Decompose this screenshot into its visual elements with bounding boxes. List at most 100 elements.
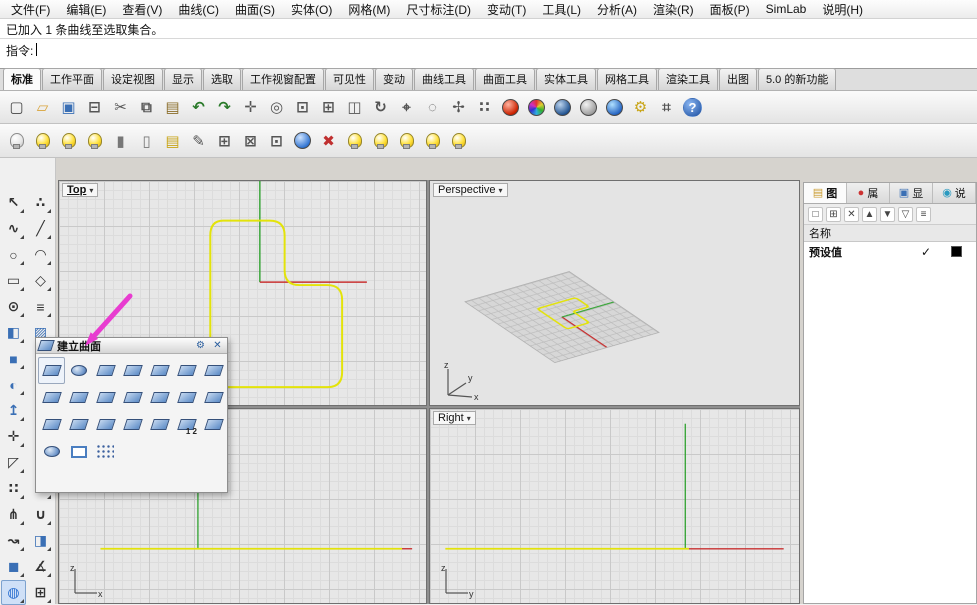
palette-tool-srf-3pt[interactable] [38, 357, 65, 384]
toolbar-icon-paste[interactable]: ▤ [160, 95, 185, 120]
menu-mesh[interactable]: 网格(M) [341, 0, 397, 19]
panel-tab-properties[interactable]: ● 属 [847, 183, 890, 203]
palette-tool-srf-network[interactable] [119, 357, 146, 384]
palette-tool-point-grid[interactable] [92, 438, 119, 465]
layer-row-default[interactable]: 预设值 ✓ [804, 242, 976, 261]
dock-icon-extrude[interactable]: ↥ [1, 398, 26, 423]
dock-icon-arc[interactable]: ◠ [28, 242, 53, 267]
tab-set-view[interactable]: 设定视图 [103, 68, 163, 90]
palette-tool-sweep-1[interactable] [200, 357, 227, 384]
toolbar-icon-layer-on[interactable] [30, 128, 55, 153]
viewport-perspective-label[interactable]: Perspective ▾ [433, 183, 508, 197]
tab-select[interactable]: 选取 [203, 68, 241, 90]
palette-tool-srf-planar-curves[interactable] [65, 357, 92, 384]
tab-surface-tools[interactable]: 曲面工具 [475, 68, 535, 90]
dock-icon-points[interactable]: ∴ [28, 190, 53, 215]
palette-tool-srf-pt-grid[interactable]: 1 2 [173, 411, 200, 438]
dock-icon-scale[interactable]: ◸ [1, 450, 26, 475]
toolbar-icon-viewport-layout[interactable]: ◫ [342, 95, 367, 120]
dock-icon-ellipse[interactable]: ⊙ [1, 294, 26, 319]
menu-file[interactable]: 文件(F) [4, 0, 57, 19]
toolbar-icon-planar-mode[interactable]: ⊡ [264, 128, 289, 153]
tab-solid-tools[interactable]: 实体工具 [536, 68, 596, 90]
dock-icon-polyline[interactable]: ╱ [28, 216, 53, 241]
dock-icon-curve-tools[interactable]: ↝ [1, 528, 26, 553]
dock-icon-curve[interactable]: ∿ [1, 216, 26, 241]
palette-tool-fillet-srf[interactable] [65, 411, 92, 438]
palette-tool-extrude-straight[interactable] [65, 384, 92, 411]
toolbar-icon-bulb-2[interactable] [368, 128, 393, 153]
dock-icon-array[interactable]: ∷ [1, 476, 26, 501]
tab-new-in-v5[interactable]: 5.0 的新功能 [758, 68, 837, 90]
toolbar-icon-layer-off[interactable] [56, 128, 81, 153]
layers-toolbar-icon-new-layer[interactable]: □ [808, 206, 823, 222]
tab-cplanes[interactable]: 工作平面 [42, 68, 102, 90]
dock-icon-select[interactable]: ↖ [1, 190, 26, 215]
toolbar-icon-bulb-5[interactable] [446, 128, 471, 153]
dock-icon-layout[interactable]: ⊞ [28, 580, 53, 605]
toolbar-icon-lock-layer[interactable]: ▮ [108, 128, 133, 153]
dock-icon-surface[interactable]: ◧ [1, 320, 26, 345]
toolbar-icon-bulb-1[interactable] [342, 128, 367, 153]
toolbar-icon-snap-options[interactable]: ⊠ [238, 128, 263, 153]
toolbar-icon-open-file[interactable]: ▱ [30, 95, 55, 120]
panel-tab-layers[interactable]: ▤ 图 [804, 183, 847, 203]
layers-toolbar-icon-move-up[interactable]: ▲ [862, 206, 877, 222]
toolbar-icon-unlock-layer[interactable]: ▯ [134, 128, 159, 153]
tab-standard[interactable]: 标准 [3, 68, 41, 90]
toolbar-icon-grid-options[interactable]: ⊞ [212, 128, 237, 153]
palette-tool-heightfield[interactable] [200, 411, 227, 438]
menu-panels[interactable]: 面板(P) [703, 0, 757, 19]
menu-analyze[interactable]: 分析(A) [590, 0, 644, 19]
panel-tab-display[interactable]: ▣ 显 [890, 183, 933, 203]
menu-dimension[interactable]: 尺寸标注(D) [399, 0, 478, 19]
toolbar-icon-named-view[interactable]: ⌖ [394, 95, 419, 120]
toolbar-icon-cut[interactable]: ✂ [108, 95, 133, 120]
palette-tool-patch[interactable] [200, 384, 227, 411]
palette-tool-sweep-2[interactable] [38, 384, 65, 411]
toolbar-icon-selection-filter[interactable] [294, 132, 311, 149]
dock-icon-join[interactable]: ∪ [28, 502, 53, 527]
layers-toolbar-icon-filter[interactable]: ▽ [898, 206, 913, 222]
palette-tool-ribbon[interactable] [146, 384, 173, 411]
menu-edit[interactable]: 编辑(E) [59, 0, 113, 19]
palette-title-bar[interactable]: 建立曲面 ⚙ ✕ [36, 338, 227, 354]
panel-tab-help[interactable]: ◉ 说 [933, 183, 976, 203]
toolbar-icon-disable-filter[interactable]: ✖ [316, 128, 341, 153]
toolbar-icon-rendered-view[interactable] [606, 98, 623, 116]
palette-tool-loft[interactable] [92, 357, 119, 384]
dock-icon-offset[interactable]: ≡ [28, 294, 53, 319]
palette-tool-drape[interactable] [38, 411, 65, 438]
toolbar-icon-redo[interactable]: ↷ [212, 95, 237, 120]
layers-toolbar-icon-new-sublayer[interactable]: ⊞ [826, 206, 841, 222]
viewport-right-label[interactable]: Right ▾ [433, 411, 476, 425]
dock-icon-rectangle[interactable]: ▭ [1, 268, 26, 293]
tab-viewport-layout[interactable]: 工作视窗配置 [242, 68, 324, 90]
dock-icon-box[interactable]: ■ [1, 346, 26, 371]
close-icon[interactable]: ✕ [211, 339, 224, 352]
viewport-top-label[interactable]: Top ▾ [62, 183, 99, 197]
toolbar-icon-print[interactable]: ⊟ [82, 95, 107, 120]
palette-tool-blend-srf[interactable] [92, 411, 119, 438]
toolbar-icon-copy[interactable]: ⧉ [134, 95, 159, 120]
dock-icon-move[interactable]: ✛ [1, 424, 26, 449]
palette-tool-rail-revolve[interactable] [173, 357, 200, 384]
menu-curve[interactable]: 曲线(C) [171, 0, 226, 19]
toolbar-icon-rotate-view[interactable]: ↻ [368, 95, 393, 120]
menu-solid[interactable]: 实体(O) [284, 0, 339, 19]
layers-toolbar-icon-panel-menu[interactable]: ≡ [916, 206, 931, 222]
palette-tool-offset-srf[interactable] [119, 411, 146, 438]
toolbar-icon-zoom-window[interactable]: ⊡ [290, 95, 315, 120]
toolbar-icon-bulb-3[interactable] [394, 128, 419, 153]
layer-color-swatch[interactable] [950, 246, 962, 257]
palette-tool-revolve[interactable] [146, 357, 173, 384]
toolbar-icon-color-wheel[interactable] [528, 98, 545, 116]
toolbar-icon-one-layer-on[interactable] [82, 128, 107, 153]
dock-icon-split[interactable]: ⋔ [1, 502, 26, 527]
toolbar-icon-help[interactable]: ? [683, 97, 702, 117]
tab-curve-tools[interactable]: 曲线工具 [414, 68, 474, 90]
toolbar-icon-new-file[interactable]: ▢ [4, 95, 29, 120]
viewport-right[interactable]: Right ▾ z y [429, 408, 800, 604]
dock-icon-boolean[interactable]: ◐ [1, 372, 26, 397]
dock-icon-circle[interactable]: ○ [1, 242, 26, 267]
